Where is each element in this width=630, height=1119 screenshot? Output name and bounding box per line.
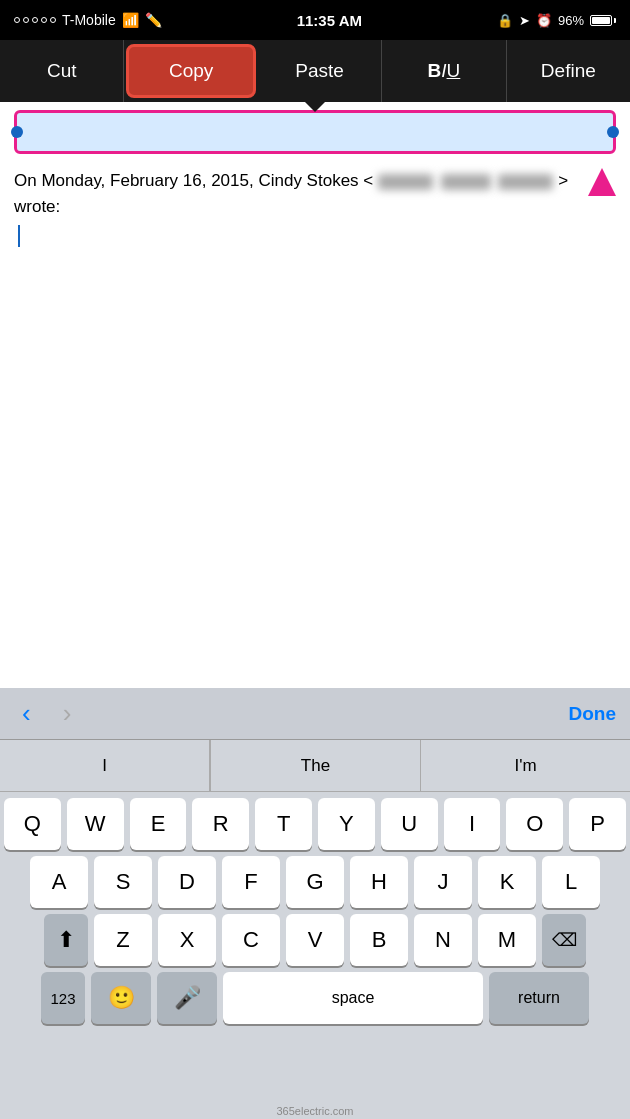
toolbar-nav: ‹ ›: [14, 694, 79, 733]
blurred-email-1: [378, 174, 433, 190]
text-cursor: [18, 225, 20, 247]
key-c[interactable]: C: [222, 914, 280, 966]
signal-dot-5: [50, 17, 56, 23]
menu-define[interactable]: Define: [507, 40, 630, 102]
text-selection[interactable]: [14, 110, 616, 154]
keys-area: Q W E R T Y U I O P A S D F G H J K L ⬆: [0, 792, 630, 1119]
key-h[interactable]: H: [350, 856, 408, 908]
arrow-up-shape: [588, 168, 616, 196]
selection-handle-right[interactable]: [607, 126, 619, 138]
key-q[interactable]: Q: [4, 798, 61, 850]
menu-paste[interactable]: Paste: [258, 40, 382, 102]
selection-handle-left[interactable]: [11, 126, 23, 138]
key-n[interactable]: N: [414, 914, 472, 966]
email-whitespace: [0, 257, 630, 688]
autocomplete-bar: I The I'm: [0, 740, 630, 792]
autocomplete-the[interactable]: The: [210, 740, 421, 791]
key-i[interactable]: I: [444, 798, 501, 850]
keyboard-area: ‹ › Done I The I'm Q W E R T Y U I O P: [0, 688, 630, 1119]
cursor-line: [14, 225, 616, 247]
key-p[interactable]: P: [569, 798, 626, 850]
key-g[interactable]: G: [286, 856, 344, 908]
key-r[interactable]: R: [192, 798, 249, 850]
signal-dot-4: [41, 17, 47, 23]
key-y[interactable]: Y: [318, 798, 375, 850]
backspace-key[interactable]: ⌫: [542, 914, 586, 966]
key-row-2: A S D F G H J K L: [4, 856, 626, 908]
mic-key[interactable]: 🎤: [157, 972, 217, 1024]
return-key[interactable]: return: [489, 972, 589, 1024]
status-time: 11:35 AM: [297, 12, 362, 29]
shift-icon: ⬆: [57, 927, 75, 953]
battery-icon: [590, 15, 616, 26]
pencil-icon: ✏️: [145, 12, 162, 28]
key-w[interactable]: W: [67, 798, 124, 850]
key-x[interactable]: X: [158, 914, 216, 966]
key-b[interactable]: B: [350, 914, 408, 966]
key-l[interactable]: L: [542, 856, 600, 908]
key-z[interactable]: Z: [94, 914, 152, 966]
carrier-label: T-Mobile: [62, 12, 116, 28]
biu-b: B: [428, 60, 442, 82]
wifi-icon: 📶: [122, 12, 139, 28]
nav-prev-button[interactable]: ‹: [14, 694, 39, 733]
signal-dot-3: [32, 17, 38, 23]
status-bar: T-Mobile 📶 ✏️ 11:35 AM 🔒 ➤ ⏰ 96%: [0, 0, 630, 40]
key-a[interactable]: A: [30, 856, 88, 908]
key-row-3: ⬆ Z X C V B N M ⌫: [4, 914, 626, 966]
email-text-prefix: On Monday, February 16, 2015, Cindy Stok…: [14, 171, 373, 190]
email-body: On Monday, February 16, 2015, Cindy Stok…: [14, 168, 616, 219]
key-d[interactable]: D: [158, 856, 216, 908]
emoji-icon: 🙂: [108, 985, 135, 1011]
biu-u: U: [447, 60, 461, 82]
signal-dot-1: [14, 17, 20, 23]
email-area: On Monday, February 16, 2015, Cindy Stok…: [0, 102, 630, 257]
blurred-email-2: [441, 174, 491, 190]
space-key[interactable]: space: [223, 972, 483, 1024]
done-button[interactable]: Done: [569, 703, 617, 725]
menu-cut[interactable]: Cut: [0, 40, 124, 102]
key-j[interactable]: J: [414, 856, 472, 908]
menu-copy[interactable]: Copy: [126, 44, 255, 98]
status-right: 🔒 ➤ ⏰ 96%: [497, 13, 616, 28]
selected-text-row: [14, 110, 616, 154]
signal-dots: [14, 17, 56, 23]
emoji-key[interactable]: 🙂: [91, 972, 151, 1024]
battery-label: 96%: [558, 13, 584, 28]
autocomplete-i[interactable]: I: [0, 740, 210, 791]
backspace-icon: ⌫: [552, 929, 577, 951]
location-icon: ➤: [519, 13, 530, 28]
key-row-4: 123 🙂 🎤 space return: [4, 972, 626, 1024]
watermark: 365electric.com: [0, 1103, 630, 1119]
status-left: T-Mobile 📶 ✏️: [14, 12, 162, 28]
shift-key[interactable]: ⬆: [44, 914, 88, 966]
num-key[interactable]: 123: [41, 972, 85, 1024]
key-s[interactable]: S: [94, 856, 152, 908]
scroll-up-arrow[interactable]: [588, 168, 616, 196]
key-f[interactable]: F: [222, 856, 280, 908]
key-e[interactable]: E: [130, 798, 187, 850]
signal-dot-2: [23, 17, 29, 23]
autocomplete-im[interactable]: I'm: [421, 740, 630, 791]
alarm-icon: ⏰: [536, 13, 552, 28]
key-o[interactable]: O: [506, 798, 563, 850]
key-v[interactable]: V: [286, 914, 344, 966]
nav-next-button[interactable]: ›: [55, 694, 80, 733]
keyboard-toolbar: ‹ › Done: [0, 688, 630, 740]
context-menu: Cut Copy Paste B I U Define: [0, 40, 630, 102]
blurred-email-3: [498, 174, 553, 190]
menu-biu[interactable]: B I U: [382, 40, 506, 102]
lock-icon: 🔒: [497, 13, 513, 28]
key-k[interactable]: K: [478, 856, 536, 908]
mic-icon: 🎤: [174, 985, 201, 1011]
key-m[interactable]: M: [478, 914, 536, 966]
key-t[interactable]: T: [255, 798, 312, 850]
key-u[interactable]: U: [381, 798, 438, 850]
key-row-1: Q W E R T Y U I O P: [4, 798, 626, 850]
